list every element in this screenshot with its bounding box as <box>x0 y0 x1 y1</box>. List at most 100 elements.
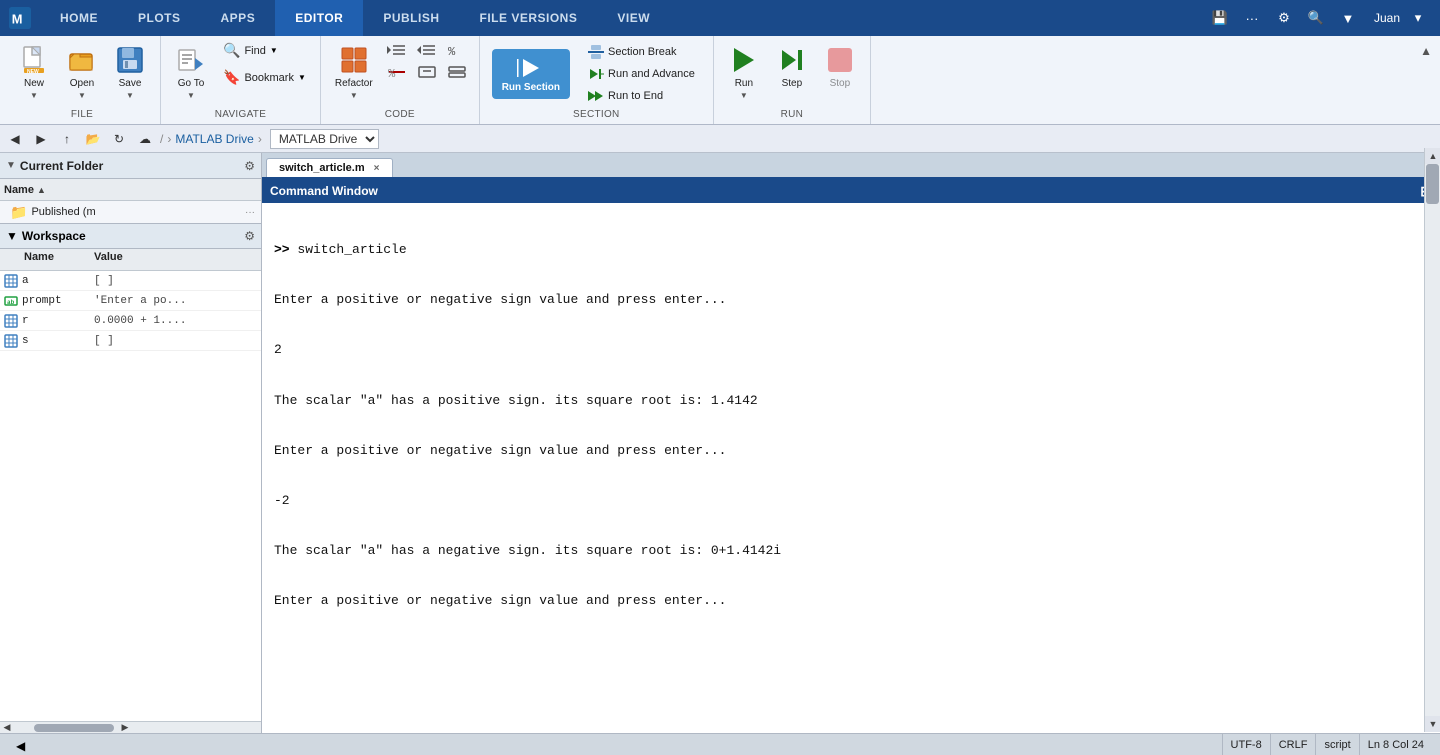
goto-button-arrow[interactable]: ▼ <box>187 91 195 100</box>
ribbon-collapse-button[interactable]: ▲ <box>1416 36 1436 124</box>
save-button[interactable]: Save ▼ <box>108 40 152 104</box>
browse-button[interactable]: 📂 <box>82 128 104 150</box>
tab-publish[interactable]: PUBLISH <box>363 0 459 36</box>
ws-row-prompt[interactable]: ab prompt 'Enter a po... <box>0 291 261 311</box>
search-icon[interactable]: 🔍 <box>1302 4 1330 32</box>
bookmark-button[interactable]: 🔖 Bookmark ▼ <box>217 67 312 88</box>
run-advance-button[interactable]: Run and Advance <box>582 64 701 84</box>
ws-row-r[interactable]: r 0.0000 + 1.... <box>0 311 261 331</box>
workspace-gear-icon[interactable]: ⚙ <box>244 229 255 243</box>
find-button-arrow[interactable]: ▼ <box>270 46 278 55</box>
name-sort-icon: ▲ <box>37 185 46 195</box>
run-to-end-button[interactable]: Run to End <box>582 86 701 106</box>
refresh-button[interactable]: ↻ <box>108 128 130 150</box>
comment-button[interactable]: % <box>443 40 471 60</box>
refactor-button[interactable]: Refactor ▼ <box>329 40 379 104</box>
name-col-header[interactable]: Name ▲ <box>4 184 257 196</box>
user-label[interactable]: Juan <box>1374 11 1400 25</box>
published-folder-item[interactable]: 📁 Published (m ··· <box>0 201 261 223</box>
cmd-line-8: Enter a positive or negative sign value … <box>274 592 1428 610</box>
workspace-collapse-icon[interactable]: ▼ <box>6 229 18 243</box>
statusbar-left-arrow-icon[interactable]: ◀ <box>16 739 28 751</box>
workspace-header[interactable]: ▼ Workspace ⚙ <box>0 223 261 249</box>
cmd-line-2: Enter a positive or negative sign value … <box>274 291 1428 309</box>
statusbar-position: Ln 8 Col 24 <box>1359 734 1432 755</box>
titlebar-right: 💾 ··· ⚙ 🔍 ▼ Juan ▾ <box>1206 4 1440 32</box>
right-area: switch_article.m × ≡ Command Window ⊞ >>… <box>262 153 1440 733</box>
goto-button[interactable]: Go To ▼ <box>169 40 213 104</box>
tab-editor[interactable]: EDITOR <box>275 0 363 36</box>
open-button[interactable]: Open ▼ <box>60 40 104 104</box>
tab-file-versions[interactable]: FILE VERSIONS <box>460 0 598 36</box>
parent-dir-button[interactable]: ↑ <box>56 128 78 150</box>
ws-icon-matrix-s <box>4 334 18 348</box>
current-folder-label: Current Folder <box>20 159 103 173</box>
bookmark-button-arrow[interactable]: ▼ <box>298 73 306 82</box>
run-group-label: RUN <box>781 109 804 120</box>
forward-button[interactable]: ▶ <box>30 128 52 150</box>
section-break-button[interactable]: Section Break <box>582 42 701 62</box>
hscroll-left-arrow[interactable]: ◀ <box>0 721 14 735</box>
ws-value-col-header[interactable]: Value <box>84 251 257 268</box>
tab-plots[interactable]: PLOTS <box>118 0 201 36</box>
editor-tab-close-icon[interactable]: × <box>374 163 380 174</box>
path-matlab-drive[interactable]: MATLAB Drive <box>175 132 253 146</box>
cmd-prompt: >> <box>274 242 297 257</box>
dots-icon[interactable]: ··· <box>1238 4 1266 32</box>
ribbon-group-file: NEW New ▼ Open ▼ Save ▼ <box>4 36 161 124</box>
chevron-down-icon[interactable]: ▼ <box>1334 4 1362 32</box>
back-button[interactable]: ◀ <box>4 128 26 150</box>
hscroll-thumb[interactable] <box>34 724 114 732</box>
tab-home[interactable]: HOME <box>40 0 118 36</box>
ws-row-a[interactable]: a [ ] <box>0 271 261 291</box>
vscroll-up-icon[interactable]: ▲ <box>1425 153 1440 164</box>
editor-tabs: switch_article.m × ≡ <box>262 153 1440 179</box>
editor-tab-switch-article[interactable]: switch_article.m × <box>266 158 393 177</box>
hscroll-right-arrow[interactable]: ▶ <box>118 721 132 735</box>
ws-cell-prompt-value: 'Enter a po... <box>84 295 257 307</box>
indent-decrease-button[interactable] <box>413 40 441 60</box>
run-button-arrow[interactable]: ▼ <box>740 91 748 100</box>
save-icon[interactable]: 💾 <box>1206 4 1234 32</box>
find-button[interactable]: 🔍 Find ▼ <box>217 40 312 61</box>
indent-increase-button[interactable] <box>383 40 411 60</box>
save-button-arrow[interactable]: ▼ <box>126 91 134 100</box>
ws-row-s[interactable]: s [ ] <box>0 331 261 351</box>
run-button[interactable]: Run ▼ <box>722 40 766 104</box>
current-folder-gear-icon[interactable]: ⚙ <box>244 159 255 173</box>
uncomment-button[interactable]: % <box>383 62 411 82</box>
current-folder-collapse-icon[interactable]: ▼ <box>6 160 16 171</box>
user-arrow-icon[interactable]: ▾ <box>1404 4 1432 32</box>
run-button-label: Run <box>735 78 753 89</box>
open-button-label: Open <box>70 78 94 89</box>
path-dropdown[interactable]: MATLAB Drive <box>270 129 379 149</box>
vscroll-track[interactable] <box>1425 164 1440 716</box>
vscroll-thumb[interactable] <box>1426 164 1439 204</box>
new-button-arrow[interactable]: ▼ <box>30 91 38 100</box>
gear-icon[interactable]: ⚙ <box>1270 4 1298 32</box>
open-button-arrow[interactable]: ▼ <box>78 91 86 100</box>
stop-button[interactable]: Stop <box>818 40 862 93</box>
cmd-vscroll[interactable]: ▲ ▼ <box>1424 153 1440 732</box>
command-window-content[interactable]: >> switch_article Enter a positive or ne… <box>262 203 1440 733</box>
new-button[interactable]: NEW New ▼ <box>12 40 56 104</box>
refactor-button-arrow[interactable]: ▼ <box>350 91 358 100</box>
vscroll-down-icon[interactable]: ▼ <box>1425 716 1440 732</box>
statusbar-line-ending[interactable]: CRLF <box>1270 734 1316 755</box>
section-group-label: SECTION <box>573 109 620 120</box>
toolbar-area: ◀ ▶ ↑ 📂 ↻ ☁ / › MATLAB Drive › MATLAB Dr… <box>0 125 1440 153</box>
folder-col-headers: Name ▲ <box>0 179 261 201</box>
run-advance-label: Run and Advance <box>608 68 695 80</box>
tab-view[interactable]: VIEW <box>597 0 670 36</box>
statusbar-encoding[interactable]: UTF-8 <box>1222 734 1270 755</box>
published-more-icon[interactable]: ··· <box>245 207 255 218</box>
statusbar-type[interactable]: script <box>1315 734 1358 755</box>
wrap-button[interactable] <box>413 62 441 82</box>
split-button[interactable] <box>443 62 471 82</box>
ws-name-col-header[interactable]: Name <box>4 251 84 268</box>
find-button-label: Find <box>244 45 265 57</box>
step-button[interactable]: Step <box>770 40 814 93</box>
tab-apps[interactable]: APPS <box>201 0 276 36</box>
left-panel-hscroll[interactable]: ◀ ▶ <box>0 721 261 733</box>
run-section-button[interactable]: Run Section <box>492 49 570 99</box>
